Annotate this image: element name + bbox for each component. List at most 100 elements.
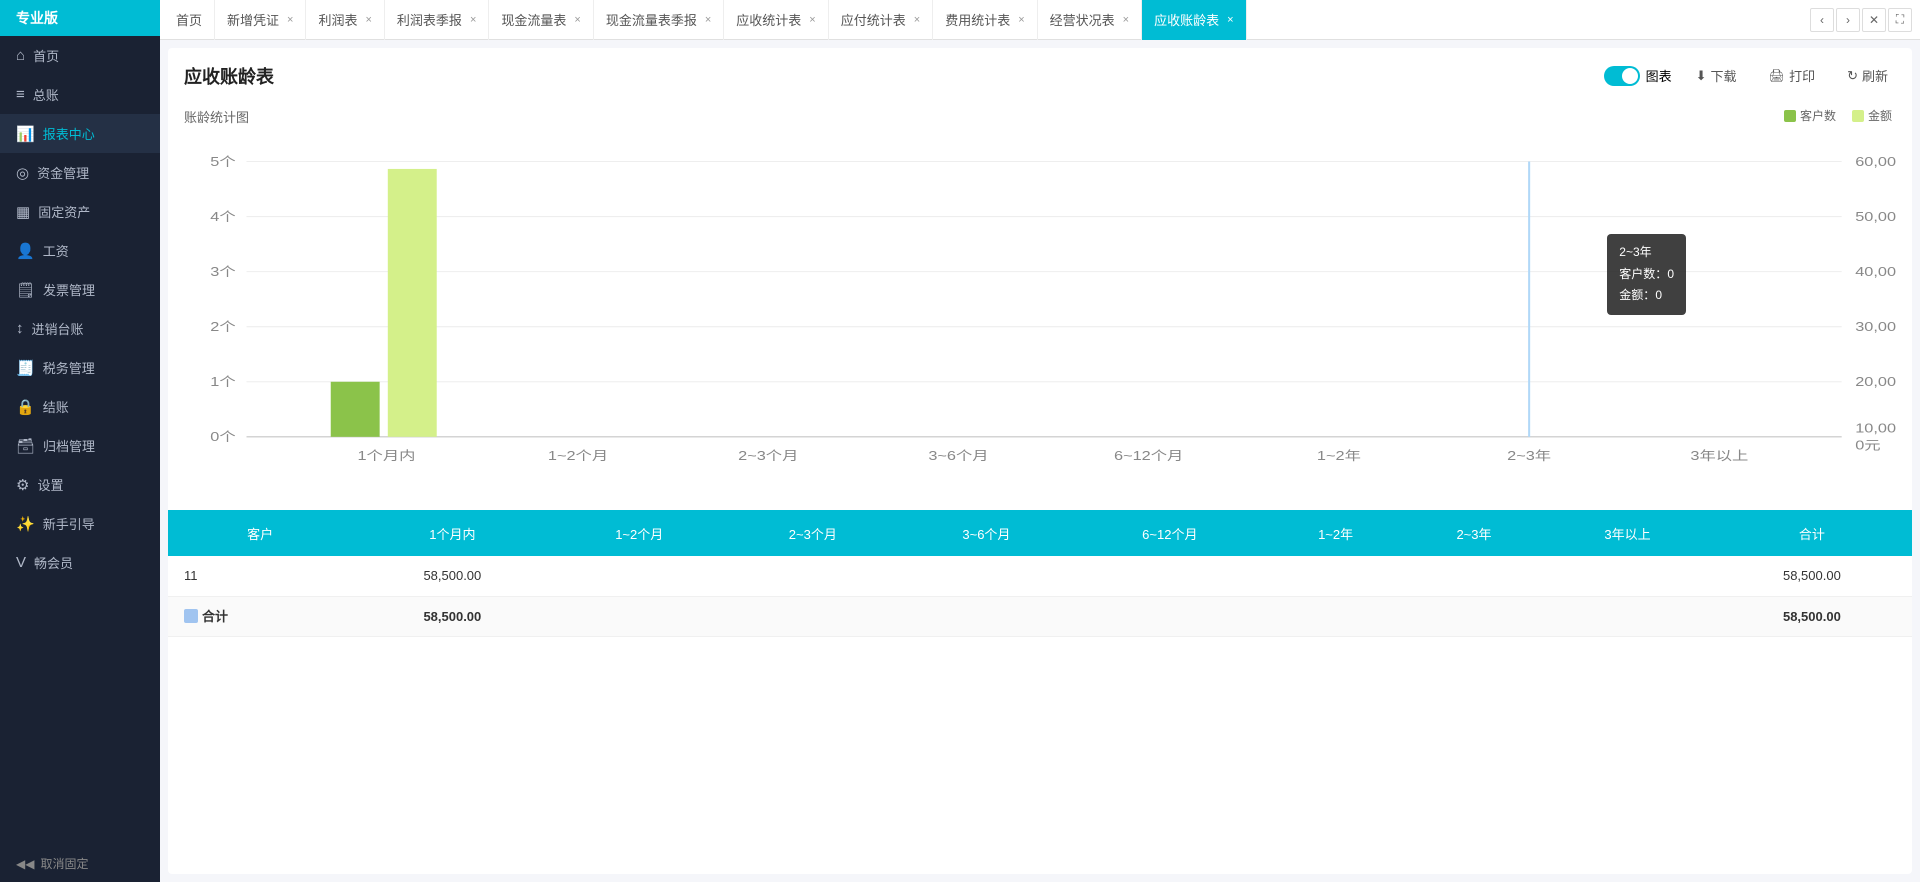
tab-scroll-right[interactable]: › [1836,8,1860,32]
tab-profit-quarter[interactable]: 利润表季报 × [385,0,489,40]
cell-1-2year [1266,556,1404,596]
tab-profit[interactable]: 利润表 × [306,0,384,40]
tab-nav-buttons: ‹ › ✕ ⛶ [1806,8,1916,32]
close-icon[interactable]: × [914,14,920,26]
sidebar-item-finance[interactable]: ◎ 资金管理 [0,153,160,192]
tab-home[interactable]: 首页 [164,0,215,40]
chart-area: 账龄统计图 客户数 金额 5个 4个 3个 2个 1个 [168,99,1912,510]
close-icon[interactable]: × [1018,14,1024,26]
sidebar-item-invoice[interactable]: 🗒 发票管理 [0,270,160,309]
sidebar-item-label: 工资 [43,241,69,260]
sidebar-item-assets[interactable]: ▦ 固定资产 [0,192,160,231]
close-icon[interactable]: × [365,14,371,26]
invoice-icon: 🗒 [16,281,35,299]
cell-3plus [1543,556,1712,596]
svg-text:2~3年: 2~3年 [1507,449,1551,464]
closing-icon: 🔒 [16,398,35,416]
sidebar-item-label: 归档管理 [43,436,95,455]
sidebar-item-inventory[interactable]: ↕ 进销台账 [0,309,160,348]
sidebar-item-label: 总账 [33,85,59,104]
close-icon[interactable]: × [574,14,580,26]
tab-label: 首页 [176,10,202,29]
vip-icon: V [16,554,26,571]
svg-text:3年以上: 3年以上 [1690,449,1748,464]
total-1-2year [1266,596,1404,636]
tab-scroll-left[interactable]: ‹ [1810,8,1834,32]
sidebar-item-reports[interactable]: 📊 报表中心 [0,114,160,153]
refresh-label: 刷新 [1862,66,1888,85]
svg-text:30,000.00元: 30,000.00元 [1855,321,1896,335]
chart-toggle-group: 图表 [1604,66,1672,86]
refresh-icon: ↻ [1847,68,1858,84]
inventory-icon: ↕ [16,320,24,337]
svg-text:50,000.00元: 50,000.00元 [1855,210,1896,224]
svg-text:10,000.00元: 10,000.00元 [1855,422,1896,436]
sidebar-item-salary[interactable]: 👤 工资 [0,231,160,270]
sidebar-item-archive[interactable]: 🗃 归档管理 [0,426,160,465]
tab-label: 应收统计表 [736,10,801,29]
sidebar-item-closing[interactable]: 🔒 结账 [0,387,160,426]
close-icon[interactable]: × [287,14,293,26]
total-3-6month [900,596,1074,636]
tab-label: 利润表 [318,10,357,29]
close-icon[interactable]: × [705,14,711,26]
svg-text:2~3个月: 2~3个月 [738,449,798,464]
cell-2-3month [726,556,900,596]
tab-fullscreen[interactable]: ⛶ [1888,8,1912,32]
svg-text:2个: 2个 [210,320,236,335]
sidebar-item-label: 发票管理 [43,280,95,299]
sidebar-item-ledger[interactable]: ≡ 总账 [0,75,160,114]
svg-text:0个: 0个 [210,430,236,445]
svg-text:3个: 3个 [210,265,236,280]
tab-operation-stat[interactable]: 经营状况表 × [1038,0,1142,40]
home-icon: ⌂ [16,47,25,64]
total-3plus [1543,596,1712,636]
close-icon[interactable]: × [1123,14,1129,26]
tab-label: 费用统计表 [945,10,1010,29]
total-icon: 合计 [184,606,228,625]
tab-label: 新增凭证 [227,10,279,29]
tab-close-all[interactable]: ✕ [1862,8,1886,32]
sidebar-item-label: 首页 [33,46,59,65]
col-header-1month: 1个月内 [352,510,552,556]
close-icon[interactable]: × [1227,14,1233,26]
customer-legend-color [1784,110,1796,122]
chart-toggle[interactable] [1604,66,1640,86]
col-header-2-3month: 2~3个月 [726,510,900,556]
cell-1-2month [552,556,726,596]
sidebar-item-label: 资金管理 [37,163,89,182]
close-icon[interactable]: × [470,14,476,26]
svg-text:40,000.00元: 40,000.00元 [1855,265,1896,279]
sidebar-item-guide[interactable]: ✨ 新手引导 [0,504,160,543]
download-label: 下载 [1711,66,1737,85]
content-area: 应收账龄表 图表 ⬇ 下载 🖨 打印 ↻ 刷新 [168,48,1912,874]
close-icon[interactable]: × [809,14,815,26]
cell-6-12month [1073,556,1266,596]
sidebar-item-settings[interactable]: ⚙ 设置 [0,465,160,504]
sidebar-item-label: 税务管理 [43,358,95,377]
sidebar-item-home[interactable]: ⌂ 首页 [0,36,160,75]
sidebar-item-vip[interactable]: V 畅会员 [0,543,160,582]
download-button[interactable]: ⬇ 下载 [1688,62,1745,89]
unpin-button[interactable]: ◀◀ 取消固定 [0,845,160,882]
tab-cashflow-quarter[interactable]: 现金流量表季报 × [594,0,724,40]
col-header-total: 合计 [1712,510,1912,556]
sidebar-item-tax[interactable]: 🧾 税务管理 [0,348,160,387]
tab-payable-stat[interactable]: 应付统计表 × [829,0,933,40]
print-button[interactable]: 🖨 打印 [1761,62,1824,89]
cell-1month: 58,500.00 [352,556,552,596]
tab-receivable-aging[interactable]: 应收账龄表 × [1142,0,1246,40]
total-1month: 58,500.00 [352,596,552,636]
tab-expense-stat[interactable]: 费用统计表 × [933,0,1037,40]
tab-receivable-stat[interactable]: 应收统计表 × [724,0,828,40]
salary-icon: 👤 [16,242,35,260]
sidebar-item-label: 畅会员 [34,553,73,572]
sidebar-item-label: 报表中心 [43,124,95,143]
sidebar-item-label: 固定资产 [38,202,90,221]
tab-cashflow[interactable]: 现金流量表 × [489,0,593,40]
tab-new-voucher[interactable]: 新增凭证 × [215,0,306,40]
download-icon: ⬇ [1696,68,1707,84]
refresh-button[interactable]: ↻ 刷新 [1839,62,1896,89]
finance-icon: ◎ [16,164,29,182]
cell-3-6month [900,556,1074,596]
